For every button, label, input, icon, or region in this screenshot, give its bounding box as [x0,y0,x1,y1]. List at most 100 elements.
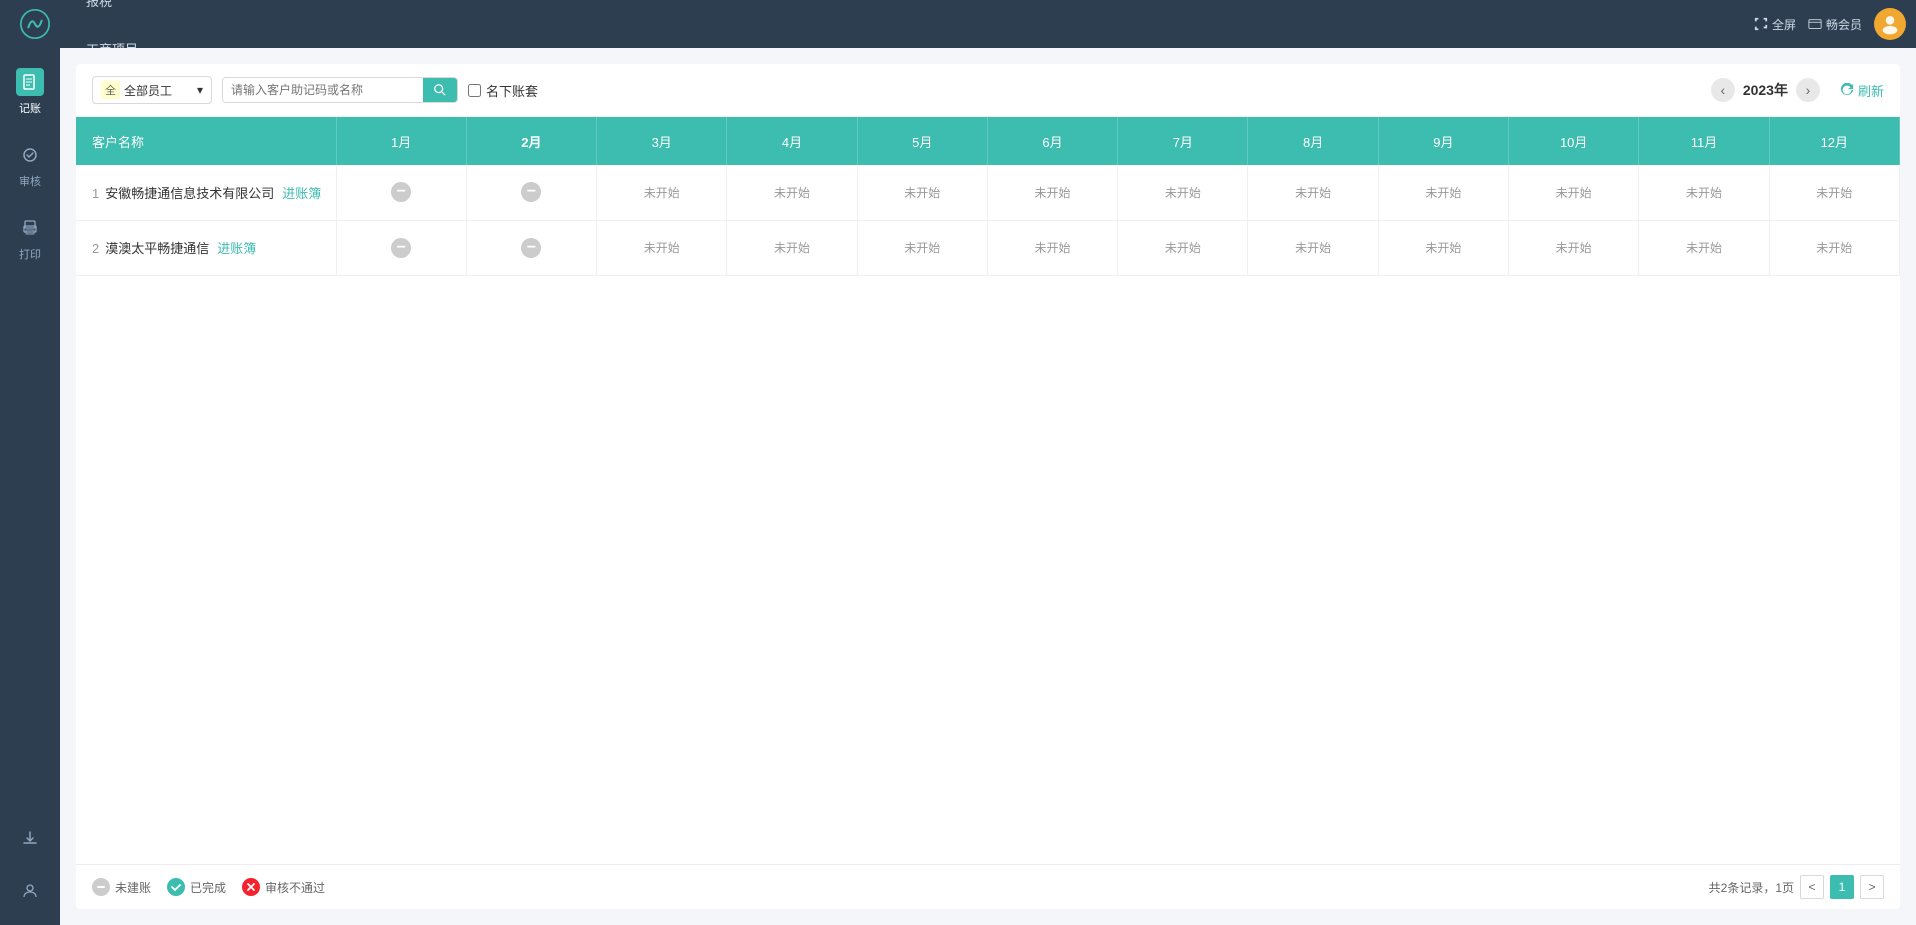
client-name-cell: 1安徽畅捷通信息技术有限公司进账簿 [76,165,336,220]
search-input-wrap [222,77,458,103]
subsidiary-checkbox[interactable] [468,84,481,97]
th-month-1: 1月 [336,117,466,165]
ledger-icon [16,68,44,96]
not-built-label: 未建账 [115,879,151,896]
month-cell-8: 未开始 [1248,165,1378,220]
year-label: 2023年 [1743,80,1788,100]
not-started-icon: − [521,238,541,258]
member-button[interactable]: 畅会员 [1808,16,1862,33]
not-started-text: 未开始 [1816,186,1852,200]
not-started-text: 未开始 [1165,241,1201,255]
sidebar-item-audit[interactable]: 审核 [0,131,60,199]
print-icon [16,214,44,242]
not-started-text: 未开始 [1295,241,1331,255]
th-month-8: 8月 [1248,117,1378,165]
not-started-text: 未开始 [644,241,680,255]
table-footer: 未建账 已完成 审核不通过 共2条记录，1页 < 1 [76,864,1900,909]
subsidiary-label: 名下账套 [486,81,538,100]
not-started-text: 未开始 [774,241,810,255]
top-nav: 首页客户收费票据记账报税工商项目消息管理经营服务设置 全屏 畅会员 [0,0,1916,48]
employee-tag: 全 [101,81,120,99]
th-month-3: 3月 [597,117,727,165]
sidebar-item-person[interactable] [16,867,44,915]
not-started-text: 未开始 [904,241,940,255]
chevron-down-icon: ▾ [197,83,203,97]
th-month-9: 9月 [1378,117,1508,165]
th-month-6: 6月 [987,117,1117,165]
enter-ledger-link[interactable]: 进账簿 [217,241,256,256]
month-cell-1: − [336,165,466,220]
legend-rejected: 审核不通过 [242,878,325,896]
toolbar: 全 全部员工 ▾ 名下账套 ‹ 2023年 › [76,64,1900,117]
not-started-icon: − [391,182,411,202]
not-started-text: 未开始 [1556,186,1592,200]
not-started-text: 未开始 [1035,241,1071,255]
month-cell-7: 未开始 [1118,165,1248,220]
sidebar-item-download[interactable] [16,814,44,862]
prev-page-button[interactable]: < [1800,875,1824,899]
sidebar-bottom [16,814,44,915]
month-cell-9: 未开始 [1378,220,1508,275]
download-icon [16,824,44,852]
table-row: 1安徽畅捷通信息技术有限公司进账簿 − − 未开始 未开始 未开始 未开始 未开始 未开始 未开始… [76,165,1900,220]
subsidiary-checkbox-label[interactable]: 名下账套 [468,81,538,100]
month-cell-6: 未开始 [987,220,1117,275]
search-icon [433,83,447,97]
year-nav: ‹ 2023年 › [1711,78,1820,102]
th-client-name: 客户名称 [76,117,336,165]
not-started-text: 未开始 [1556,241,1592,255]
next-page-button[interactable]: > [1860,875,1884,899]
not-started-text: 未开始 [1165,186,1201,200]
not-started-text: 未开始 [904,186,940,200]
month-cell-12: 未开始 [1769,165,1899,220]
employee-select[interactable]: 全 全部员工 ▾ [92,76,212,104]
nav-right: 全屏 畅会员 [1754,8,1906,40]
month-cell-3: 未开始 [597,220,727,275]
search-input[interactable] [223,79,423,101]
not-started-text: 未开始 [1425,241,1461,255]
refresh-icon [1840,83,1854,97]
not-started-icon: − [391,238,411,258]
client-name: 漠澳太平畅捷通信 [105,241,209,256]
not-started-text: 未开始 [1686,241,1722,255]
not-started-text: 未开始 [1425,186,1461,200]
month-cell-2: − [466,220,596,275]
not-built-icon [92,878,110,896]
next-year-button[interactable]: › [1796,78,1820,102]
not-started-text: 未开始 [1295,186,1331,200]
sidebar-item-print[interactable]: 打印 [0,204,60,272]
completed-label: 已完成 [190,879,226,896]
prev-year-button[interactable]: ‹ [1711,78,1735,102]
nav-item-报税[interactable]: 报税 [70,0,154,24]
avatar[interactable] [1874,8,1906,40]
client-name: 安徽畅捷通信息技术有限公司 [105,186,274,201]
audit-icon [16,141,44,169]
table-row: 2 漠澳太平畅捷通信进账簿 − − 未开始 未开始 未开始 未开始 未开始 未开始 未开始 未开始 未开… [76,220,1900,275]
row-index: 2 [92,241,99,256]
search-button[interactable] [423,78,457,102]
month-cell-9: 未开始 [1378,165,1508,220]
th-month-12: 12月 [1769,117,1899,165]
enter-ledger-link[interactable]: 进账簿 [282,186,321,201]
table-wrap: 客户名称 1月 2月 3月 4月 5月 6月 7月 8月 9月 10月 11月 [76,117,1900,864]
month-cell-12: 未开始 [1769,220,1899,275]
th-month-10: 10月 [1509,117,1639,165]
month-cell-6: 未开始 [987,165,1117,220]
sidebar-item-ledger[interactable]: 记账 [0,58,60,126]
not-started-text: 未开始 [1686,186,1722,200]
month-cell-2: − [466,165,596,220]
content-area: 全 全部员工 ▾ 名下账套 ‹ 2023年 › [60,48,1916,925]
rejected-icon [242,878,260,896]
refresh-button[interactable]: 刷新 [1840,81,1884,100]
not-started-text: 未开始 [1035,186,1071,200]
month-cell-4: 未开始 [727,165,857,220]
table-header-row: 客户名称 1月 2月 3月 4月 5月 6月 7月 8月 9月 10月 11月 [76,117,1900,165]
month-cell-10: 未开始 [1509,220,1639,275]
not-started-icon: − [521,182,541,202]
rejected-label: 审核不通过 [265,879,325,896]
page-1-button[interactable]: 1 [1830,875,1854,899]
month-cell-1: − [336,220,466,275]
summary-text: 共2条记录，1页 [1709,879,1794,896]
fullscreen-button[interactable]: 全屏 [1754,16,1796,33]
month-cell-5: 未开始 [857,220,987,275]
